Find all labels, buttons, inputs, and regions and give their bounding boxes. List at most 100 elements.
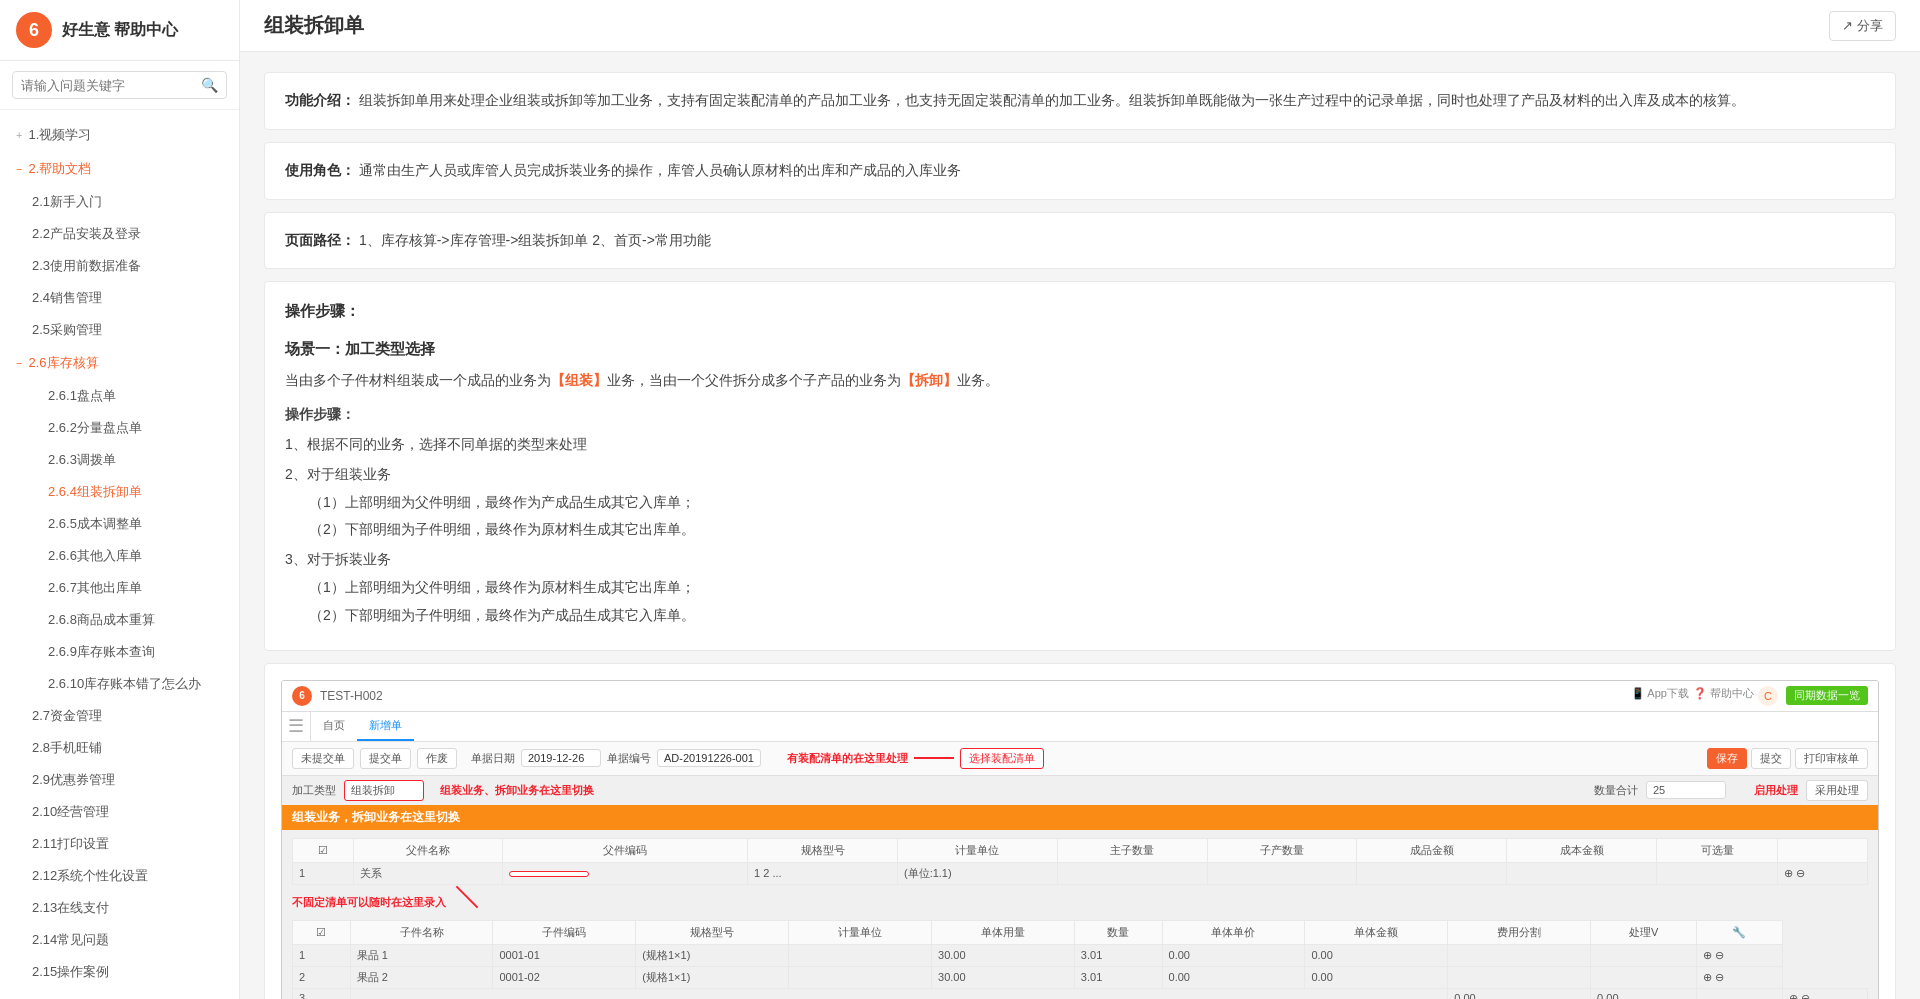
path-label: 页面路径： — [285, 232, 355, 248]
mock-void-btn[interactable]: 作废 — [417, 748, 457, 769]
mock-menu-icon[interactable]: ☰ — [288, 715, 304, 737]
mock-form-row: 加工类型 组装拆卸 组装业务、拆卸业务在这里切换 数量合计 25 启用处理 采用… — [282, 776, 1878, 805]
mock-no-input[interactable]: AD-20191226-001 — [657, 749, 761, 767]
sidebar-item-system[interactable]: 2.12系统个性化设置 — [0, 860, 239, 892]
step-1: 1、根据不同的业务，选择不同单据的类型来处理 — [285, 433, 1875, 457]
col-handle: 处理V — [1591, 920, 1697, 944]
sidebar-item-print[interactable]: 2.11打印设置 — [0, 828, 239, 860]
mock-tab-new[interactable]: 新增单 — [357, 712, 414, 741]
cell-qty1 — [1057, 862, 1207, 884]
intro-card: 功能介绍： 组装拆卸单用来处理企业组装或拆卸等加工业务，支持有固定装配清单的产品… — [264, 72, 1896, 130]
col-ops2: 🔧 — [1697, 920, 1782, 944]
sidebar-item-stock_err[interactable]: 2.6.10库存账本错了怎么办 — [0, 668, 239, 700]
col-unit-qty: 单体用量 — [932, 920, 1075, 944]
scene1-title: 场景一：加工类型选择 — [285, 336, 1875, 362]
sidebar-item-stocktake[interactable]: 2.6.1盘点单 — [0, 380, 239, 412]
mock-top-table: ☑ 父件名称 父件编码 规格型号 计量单位 主子数量 子产数量 成品金额 成本金… — [292, 838, 1868, 885]
sidebar-item-docs[interactable]: −2.帮助文档 — [0, 152, 239, 186]
sidebar-item-new[interactable]: 2.1新手入门 — [0, 186, 239, 218]
search-icon[interactable]: 🔍 — [201, 77, 218, 93]
search-input[interactable] — [21, 78, 195, 93]
annotation-switch: 组装业务、拆卸业务在这里切换 — [440, 783, 594, 798]
sidebar-item-finance[interactable]: 2.7资金管理 — [0, 700, 239, 732]
mock-uncommitted-btn[interactable]: 未提交单 — [292, 748, 354, 769]
assemble-steps: （1）上部明细为父件明细，最终作为产成品生成其它入库单； （2）下部明细为子件明… — [285, 491, 1875, 543]
mock-submit-btn[interactable]: 提交 — [1751, 748, 1791, 769]
sidebar-search-container: 🔍 — [0, 61, 239, 110]
annotation-bom: 有装配清单的在这里处理 — [787, 751, 908, 766]
cell-op: ⊕ ⊖ — [1778, 862, 1868, 884]
intro-label: 功能介绍： — [285, 92, 355, 108]
mock-date-label: 单据日期 — [471, 751, 515, 766]
mock-tab-bar: ☰ 自页 新增单 — [282, 712, 1878, 742]
mock-left-nav: ☰ — [282, 712, 311, 741]
sidebar-item-adjust[interactable]: 2.6.3调拨单 — [0, 444, 239, 476]
sidebar-item-video[interactable]: +1.视频学习 — [0, 118, 239, 152]
col-amount: 成品金额 — [1357, 838, 1507, 862]
mock-toolbar: 未提交单 提交单 作废 单据日期 2019-12-26 单据编号 AD-2019… — [282, 742, 1878, 776]
sidebar-search-box[interactable]: 🔍 — [12, 71, 227, 99]
col-spec: 规格型号 — [748, 838, 898, 862]
share-label: 分享 — [1857, 17, 1883, 35]
col-unit-amount: 单体金额 — [1305, 920, 1448, 944]
mock-print-btn[interactable]: 打印审核单 — [1795, 748, 1868, 769]
sidebar-item-payment[interactable]: 2.13在线支付 — [0, 892, 239, 924]
mock-bottom-table-container: ☑ 子件名称 子件编码 规格型号 计量单位 单体用量 数量 单体单价 单体金额 … — [282, 912, 1878, 999]
topbar: 组装拆卸单 ↗ 分享 — [240, 0, 1920, 52]
sidebar-title: 好生意 帮助中心 — [62, 20, 178, 41]
col-check2: ☑ — [293, 920, 351, 944]
mock-avatar: C — [1758, 686, 1778, 706]
share-button[interactable]: ↗ 分享 — [1829, 11, 1896, 41]
sidebar-item-out_other[interactable]: 2.6.7其他出库单 — [0, 572, 239, 604]
table-row: 2 果品 2 0001-02 (规格1×1) 30.00 3.01 0.00 0… — [293, 966, 1868, 988]
assemble-step-1: （1）上部明细为父件明细，最终作为产成品生成其它入库单； — [309, 491, 1875, 515]
sidebar-item-faq[interactable]: 2.14常见问题 — [0, 924, 239, 956]
col-parent-code: 父件编码 — [503, 838, 748, 862]
mock-date-input[interactable]: 2019-12-26 — [521, 749, 601, 767]
step-3: 3、对于拆装业务 （1）上部明细为父件明细，最终作为原材料生成其它出库单； （2… — [285, 548, 1875, 627]
sidebar-item-coupon[interactable]: 2.9优惠券管理 — [0, 764, 239, 796]
sidebar-logo: 6 — [16, 12, 52, 48]
sidebar-header: 6 好生意 帮助中心 — [0, 0, 239, 61]
cell-spec: 1 2 ... — [748, 862, 898, 884]
mock-bottom-table: ☑ 子件名称 子件编码 规格型号 计量单位 单体用量 数量 单体单价 单体金额 … — [292, 920, 1868, 999]
mock-select-bom-btn[interactable]: 选择装配清单 — [960, 748, 1044, 769]
nav-icon-inventory: − — [16, 357, 22, 369]
mock-action-btns: 保存 提交 打印审核单 — [1707, 748, 1868, 769]
sidebar-item-cost_calc[interactable]: 2.6.8商品成本重算 — [0, 604, 239, 636]
sidebar-item-stock_query[interactable]: 2.6.9库存账本查询 — [0, 636, 239, 668]
sidebar-item-in_other[interactable]: 2.6.6其他入库单 — [0, 540, 239, 572]
mock-top-bar: 6 TEST-H002 📱 App下载 ❓ 帮助中心 C 同期数据一览 — [282, 681, 1878, 712]
assemble-step-2: （2）下部明细为子件明细，最终作为原材料生成其它出库单。 — [309, 518, 1875, 542]
sidebar-item-partition[interactable]: 2.6.2分量盘点单 — [0, 412, 239, 444]
page-title: 组装拆卸单 — [264, 12, 364, 39]
sidebar-item-cost_adj[interactable]: 2.6.5成本调整单 — [0, 508, 239, 540]
nav-label-inventory: 2.6库存核算 — [28, 354, 98, 372]
nav-label-docs: 2.帮助文档 — [28, 160, 91, 178]
mock-apply-btn[interactable]: 采用处理 — [1806, 780, 1868, 801]
sidebar-item-inventory[interactable]: −2.6库存核算 — [0, 346, 239, 380]
cell-amount — [1357, 862, 1507, 884]
sidebar-item-mobile[interactable]: 2.8手机旺铺 — [0, 732, 239, 764]
sidebar-item-biz[interactable]: 2.10经营管理 — [0, 796, 239, 828]
sidebar-item-purchase[interactable]: 2.5采购管理 — [0, 314, 239, 346]
annotation-arrow1 — [914, 757, 954, 759]
col-child-unit: 计量单位 — [789, 920, 932, 944]
mock-type-label: 加工类型 — [292, 783, 336, 798]
mock-save-btn[interactable]: 保存 — [1707, 748, 1747, 769]
cell-cost — [1507, 862, 1657, 884]
mock-committed-btn[interactable]: 提交单 — [360, 748, 411, 769]
sidebar-item-assemble[interactable]: 2.6.4组装拆卸单 — [0, 476, 239, 508]
mock-overview-btn[interactable]: 同期数据一览 — [1786, 686, 1868, 705]
nav-label-video: 1.视频学习 — [28, 126, 91, 144]
mock-screenshot: 6 TEST-H002 📱 App下载 ❓ 帮助中心 C 同期数据一览 ☰ 自页 — [281, 680, 1879, 999]
path-text: 1、库存核算->库存管理->组装拆卸单 2、首页->常用功能 — [359, 232, 711, 248]
sidebar-item-install[interactable]: 2.2产品安装及登录 — [0, 218, 239, 250]
sidebar-item-cases[interactable]: 2.15操作案例 — [0, 956, 239, 988]
cell-code-input[interactable] — [509, 871, 589, 877]
mock-tab-home[interactable]: 自页 — [311, 712, 357, 741]
mock-qty-input[interactable]: 25 — [1646, 781, 1726, 799]
mock-type-input[interactable]: 组装拆卸 — [344, 780, 424, 801]
sidebar-item-data[interactable]: 2.3使用前数据准备 — [0, 250, 239, 282]
sidebar-item-sales[interactable]: 2.4销售管理 — [0, 282, 239, 314]
